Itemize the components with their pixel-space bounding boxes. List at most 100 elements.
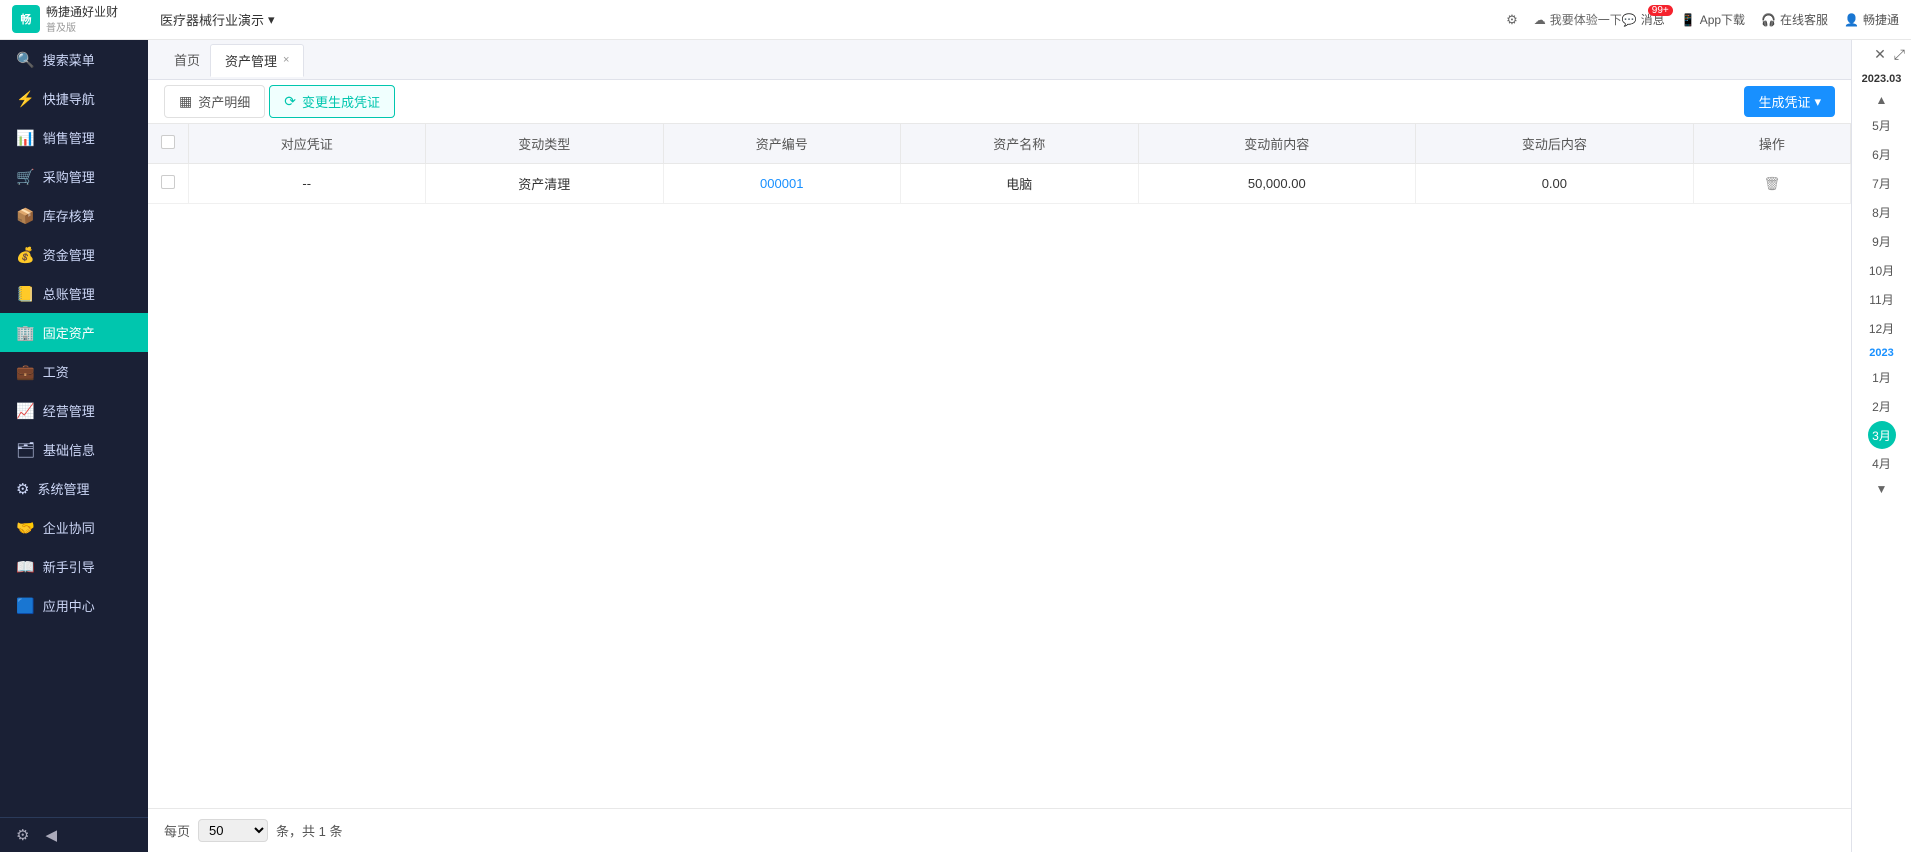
sidebar-item-inventory[interactable]: 📦 库存核算: [0, 196, 148, 235]
scroll-up-icon[interactable]: ▲: [1872, 89, 1892, 111]
sidebar-item-label: 工资: [43, 362, 69, 381]
topbar-right: 💬 消息 99+ 📱 App下载 🎧 在线客服 👤 畅捷通: [1622, 11, 1899, 28]
sidebar-item-apps[interactable]: 🟦 应用中心: [0, 586, 148, 625]
headset-icon: 🎧: [1761, 13, 1776, 27]
per-page-label: 每页: [164, 821, 190, 840]
month-8[interactable]: 8月: [1852, 198, 1911, 227]
cloud-icon: ☁: [1534, 13, 1546, 27]
close-panel-icon[interactable]: ✕: [1872, 44, 1888, 65]
month-2[interactable]: 2月: [1852, 392, 1911, 421]
sidebar-item-search[interactable]: 🔍 搜索菜单: [0, 40, 148, 79]
logo-text: 畅捷通好业财: [46, 5, 118, 19]
logo-icon: 畅: [12, 5, 40, 33]
sidebar-bottom: ⚙ ◀: [0, 817, 148, 852]
sidebar-collapse-icon[interactable]: ◀: [45, 826, 57, 844]
month-12[interactable]: 12月: [1852, 314, 1911, 343]
right-panel-header: ✕ ⤢: [1852, 40, 1911, 69]
sidebar-item-fixed[interactable]: 🏢 固定资产: [0, 313, 148, 352]
guide-icon: 📖: [16, 558, 35, 576]
table-col-before: 变动前内容: [1138, 124, 1416, 164]
sidebar-item-funds[interactable]: 💰 资金管理: [0, 235, 148, 274]
row-checkbox: [148, 164, 188, 204]
purchase-icon: 🛒: [16, 168, 35, 186]
per-page-select[interactable]: 10 20 50 100: [198, 819, 268, 842]
tab-bar: 首页 资产管理 ×: [148, 40, 1851, 80]
expand-panel-icon[interactable]: ⤢: [1892, 44, 1907, 65]
month-6[interactable]: 6月: [1852, 140, 1911, 169]
topbar: 畅 畅捷通好业财 普及版 医疗器械行业演示 ▾ ⚙ ☁ 我要体验一下 💬 消息 …: [0, 0, 1911, 40]
delete-icon[interactable]: 🗑: [1764, 176, 1781, 191]
funds-icon: 💰: [16, 246, 35, 264]
voucher-icon: ⟳: [284, 93, 296, 110]
tab-asset-detail[interactable]: ▦ 资产明细: [164, 85, 265, 118]
sidebar-item-label: 搜索菜单: [43, 50, 95, 69]
search-icon: 🔍: [16, 51, 35, 69]
inner-tabs: ▦ 资产明细 ⟳ 变更生成凭证 生成凭证 ▾: [148, 80, 1851, 124]
tab-close-icon[interactable]: ×: [283, 54, 289, 66]
sidebar-item-purchase[interactable]: 🛒 采购管理: [0, 157, 148, 196]
logo: 畅 畅捷通好业财 普及版: [12, 5, 160, 34]
basic-icon: 🗂: [16, 441, 35, 459]
content-area: 首页 资产管理 × ▦ 资产明细 ⟳ 变更生成凭证: [148, 40, 1851, 852]
scroll-down-icon[interactable]: ▼: [1872, 478, 1892, 500]
row-select-checkbox[interactable]: [161, 175, 175, 189]
month-7[interactable]: 7月: [1852, 169, 1911, 198]
month-list: ▲ 5月 6月 7月 8月 9月 10月 11月 12月 2023 1月 2月 …: [1852, 89, 1911, 852]
sidebar-settings-icon[interactable]: ⚙: [16, 826, 29, 844]
total-label: 条，共 1 条: [276, 821, 342, 840]
sidebar-item-guide[interactable]: 📖 新手引导: [0, 547, 148, 586]
month-5[interactable]: 5月: [1852, 111, 1911, 140]
message-icon: 💬: [1622, 13, 1637, 27]
tab-asset-management[interactable]: 资产管理 ×: [210, 44, 304, 77]
sidebar-item-sales[interactable]: 📊 销售管理: [0, 118, 148, 157]
sidebar-item-system[interactable]: ⚙ 系统管理: [0, 469, 148, 508]
message-badge: 99+: [1648, 5, 1673, 16]
select-all-checkbox[interactable]: [161, 135, 175, 149]
sales-icon: 📊: [16, 129, 35, 147]
month-11[interactable]: 11月: [1852, 285, 1911, 314]
sidebar-item-collab[interactable]: 🤝 企业协同: [0, 508, 148, 547]
pagination: 每页 10 20 50 100 条，共 1 条: [148, 808, 1851, 852]
month-9[interactable]: 9月: [1852, 227, 1911, 256]
customer-service-button[interactable]: 🎧 在线客服: [1761, 11, 1828, 28]
month-3-current[interactable]: 3月: [1868, 421, 1896, 449]
sidebar-item-salary[interactable]: 💼 工资: [0, 352, 148, 391]
table-icon: ▦: [179, 93, 192, 110]
row-asset-name: 电脑: [901, 164, 1139, 204]
company-selector[interactable]: 医疗器械行业演示 ▾: [160, 10, 1498, 29]
sidebar-item-label: 快捷导航: [43, 89, 95, 108]
settings-icon[interactable]: ⚙: [1506, 12, 1518, 28]
salary-icon: 💼: [16, 363, 35, 381]
inner-tabs-left: ▦ 资产明细 ⟳ 变更生成凭证: [164, 85, 395, 118]
chevron-down-icon: ▾: [268, 12, 275, 28]
sidebar-scroll: 🔍 搜索菜单 ⚡ 快捷导航 📊 销售管理 🛒 采购管理 📦 库存核算 💰: [0, 40, 148, 817]
month-4[interactable]: 4月: [1852, 449, 1911, 478]
user-menu[interactable]: 👤 畅捷通: [1844, 11, 1899, 28]
tab-change-voucher[interactable]: ⟳ 变更生成凭证: [269, 85, 395, 118]
message-button[interactable]: 💬 消息 99+: [1622, 11, 1665, 28]
sidebar-item-label: 总账管理: [43, 284, 95, 303]
operations-icon: 📈: [16, 402, 35, 420]
sidebar-item-operations[interactable]: 📈 经营管理: [0, 391, 148, 430]
month-10[interactable]: 10月: [1852, 256, 1911, 285]
month-1[interactable]: 1月: [1852, 363, 1911, 392]
app-download-button[interactable]: 📱 App下载: [1681, 11, 1745, 28]
tab-home[interactable]: 首页: [164, 44, 210, 75]
sidebar-item-ledger[interactable]: 📒 总账管理: [0, 274, 148, 313]
year-label: 2023: [1865, 343, 1897, 363]
generate-voucher-button[interactable]: 生成凭证 ▾: [1744, 86, 1835, 117]
sidebar-item-label: 系统管理: [37, 479, 89, 498]
inventory-icon: 📦: [16, 207, 35, 225]
sidebar-item-quicknav[interactable]: ⚡ 快捷导航: [0, 79, 148, 118]
sidebar: 🔍 搜索菜单 ⚡ 快捷导航 📊 销售管理 🛒 采购管理 📦 库存核算 💰: [0, 40, 148, 852]
table-col-action: 操作: [1693, 124, 1850, 164]
sidebar-item-basic[interactable]: 🗂 基础信息: [0, 430, 148, 469]
row-voucher: --: [188, 164, 426, 204]
ledger-icon: 📒: [16, 285, 35, 303]
page-content: ▦ 资产明细 ⟳ 变更生成凭证 生成凭证 ▾: [148, 80, 1851, 852]
row-action: 🗑: [1693, 164, 1850, 204]
sidebar-item-label: 采购管理: [43, 167, 95, 186]
quicknav-icon: ⚡: [16, 90, 35, 108]
experience-button[interactable]: ☁ 我要体验一下: [1534, 11, 1622, 28]
sidebar-item-label: 基础信息: [43, 440, 95, 459]
